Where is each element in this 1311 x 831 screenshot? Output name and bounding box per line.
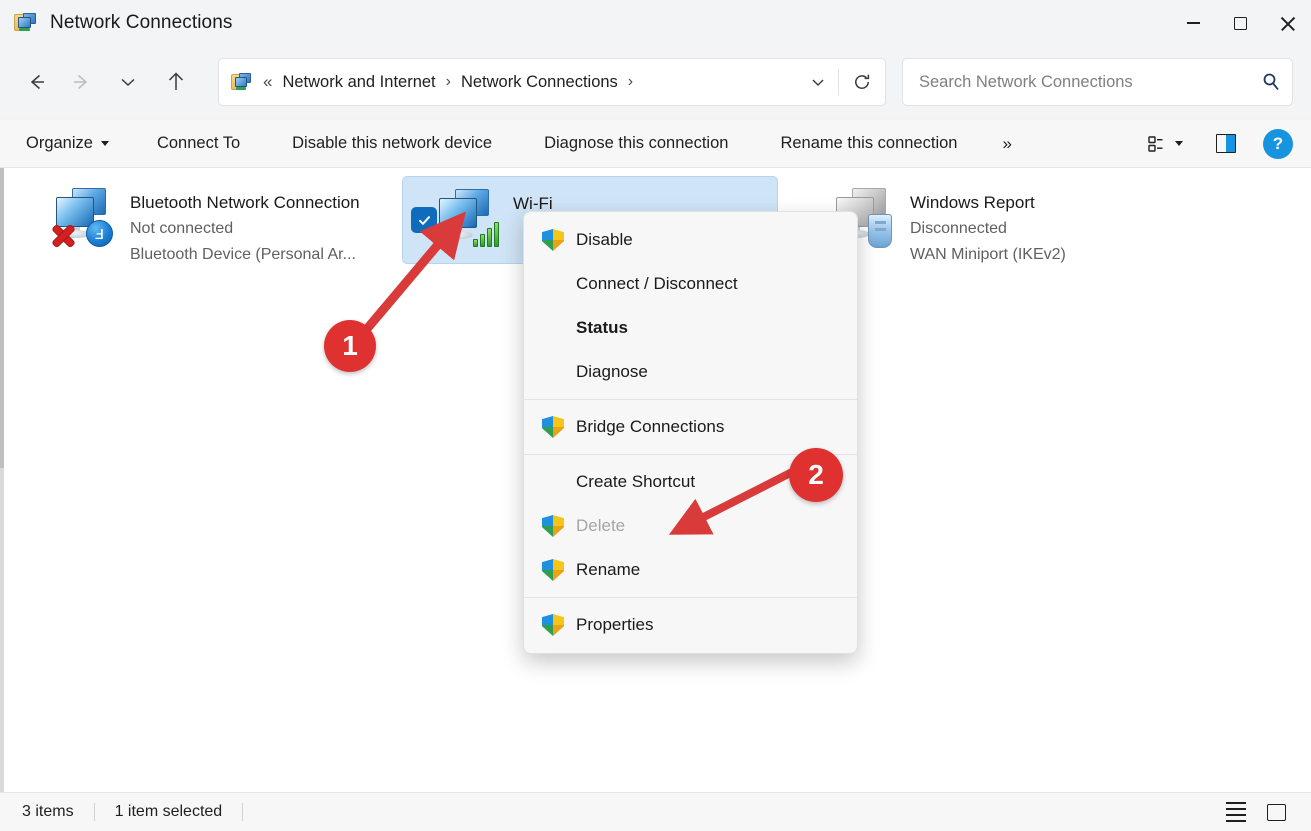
recent-locations-icon[interactable]	[108, 64, 148, 100]
breadcrumb-item-network-connections[interactable]: Network Connections	[458, 69, 621, 96]
preview-pane-icon	[1216, 134, 1236, 153]
menu-item-diagnose[interactable]: Diagnose	[524, 350, 857, 394]
scrollbar[interactable]	[0, 168, 4, 792]
connect-to-button[interactable]: Connect To	[147, 127, 250, 161]
view-options-button[interactable]	[1141, 127, 1189, 161]
wifi-adapter-icon	[433, 187, 505, 249]
menu-separator	[524, 399, 857, 400]
diagnose-connection-button[interactable]: Diagnose this connection	[534, 127, 738, 161]
uac-shield-icon	[542, 515, 564, 537]
status-divider	[242, 803, 244, 821]
breadcrumb-item-network-and-internet[interactable]: Network and Internet	[279, 69, 438, 96]
wifi-signal-icon	[473, 217, 503, 247]
menu-item-properties[interactable]: Properties	[524, 603, 857, 647]
menu-item-label: Diagnose	[576, 362, 648, 381]
menu-item-label: Bridge Connections	[576, 417, 725, 436]
maximize-icon[interactable]	[1217, 0, 1264, 46]
menu-separator	[524, 454, 857, 455]
menu-item-rename[interactable]: Rename	[524, 548, 857, 592]
context-menu: Disable Connect / Disconnect Status Diag…	[523, 211, 858, 654]
list-view-button[interactable]	[1219, 797, 1253, 827]
status-divider	[93, 803, 95, 821]
menu-item-label: Status	[576, 318, 628, 337]
connection-tile-bluetooth[interactable]: ⅎ Bluetooth Network Connection Not conne…	[42, 176, 400, 264]
uac-shield-icon	[542, 229, 564, 251]
breadcrumb-separator-1: ›	[445, 73, 451, 90]
breadcrumb-network-folder-icon	[231, 71, 253, 93]
menu-item-label: Disable	[576, 230, 633, 249]
chevron-down-icon	[100, 141, 109, 146]
bluetooth-icon: ⅎ	[86, 220, 113, 247]
large-icons-view-icon	[1266, 803, 1286, 821]
connection-status: Not connected	[130, 220, 234, 237]
up-arrow-icon[interactable]	[156, 64, 196, 100]
search-box[interactable]	[902, 58, 1293, 106]
breadcrumb-leading-separator[interactable]: «	[263, 72, 272, 92]
organize-label: Organize	[26, 134, 93, 152]
address-bar[interactable]: « Network and Internet › Network Connect…	[218, 58, 886, 106]
close-icon[interactable]	[1264, 0, 1311, 46]
menu-item-status[interactable]: Status	[524, 306, 857, 350]
preview-pane-button[interactable]	[1209, 127, 1243, 161]
window-controls	[1170, 0, 1311, 46]
vpn-key-icon	[868, 214, 892, 248]
menu-item-label: Create Shortcut	[576, 472, 696, 491]
organize-button[interactable]: Organize	[16, 127, 119, 161]
item-count-label: 3 items	[22, 803, 74, 820]
menu-item-delete: Delete	[524, 504, 857, 548]
menu-item-connect-disconnect[interactable]: Connect / Disconnect	[524, 262, 857, 306]
menu-item-disable[interactable]: Disable	[524, 218, 857, 262]
uac-shield-icon	[542, 614, 564, 636]
connection-name: Bluetooth Network Connection	[130, 193, 360, 212]
uac-shield-icon	[542, 559, 564, 581]
search-icon[interactable]	[1250, 60, 1292, 104]
rename-connection-button[interactable]: Rename this connection	[770, 127, 967, 161]
list-view-icon	[1226, 802, 1246, 822]
uac-shield-icon	[542, 416, 564, 438]
large-icons-view-button[interactable]	[1259, 797, 1293, 827]
search-input[interactable]	[919, 72, 1250, 92]
toolbar-overflow-button[interactable]: »	[993, 127, 1020, 161]
menu-item-label: Rename	[576, 560, 641, 579]
network-connections-window: Network Connections « Network and Intern…	[0, 0, 1311, 831]
menu-item-label: Properties	[576, 615, 654, 634]
menu-item-label: Connect / Disconnect	[576, 274, 738, 293]
network-folder-icon	[14, 11, 38, 35]
back-arrow-icon[interactable]	[16, 64, 56, 100]
menu-separator	[524, 597, 857, 598]
red-x-icon	[50, 222, 76, 248]
connection-device: WAN Miniport (IKEv2)	[910, 246, 1066, 263]
menu-item-create-shortcut[interactable]: Create Shortcut	[524, 460, 857, 504]
menu-item-bridge-connections[interactable]: Bridge Connections	[524, 405, 857, 449]
help-button[interactable]: ?	[1263, 128, 1293, 159]
disable-network-device-button[interactable]: Disable this network device	[282, 127, 502, 161]
connection-status: Disconnected	[910, 220, 1007, 237]
title-bar: Network Connections	[0, 0, 1311, 46]
chevron-down-icon	[1175, 141, 1183, 146]
window-title: Network Connections	[50, 12, 233, 33]
selection-count-label: 1 item selected	[114, 803, 223, 820]
forward-arrow-icon	[62, 64, 102, 100]
chevron-down-icon[interactable]	[798, 60, 838, 104]
minimize-icon[interactable]	[1170, 0, 1217, 46]
connection-name: Windows Report	[910, 193, 1035, 212]
navigation-bar: « Network and Internet › Network Connect…	[0, 46, 1311, 118]
network-adapter-icon: ⅎ	[50, 186, 122, 248]
breadcrumb-separator-2[interactable]: ›	[628, 73, 633, 91]
status-bar: 3 items 1 item selected	[0, 792, 1311, 831]
connection-device: Bluetooth Device (Personal Ar...	[130, 246, 356, 263]
command-bar: Organize Connect To Disable this network…	[0, 120, 1311, 168]
connection-tile-windows-report[interactable]: Windows Report Disconnected WAN Miniport…	[822, 176, 1180, 264]
refresh-icon[interactable]	[839, 60, 885, 104]
menu-item-label: Delete	[576, 516, 626, 535]
view-options-icon	[1148, 135, 1163, 152]
